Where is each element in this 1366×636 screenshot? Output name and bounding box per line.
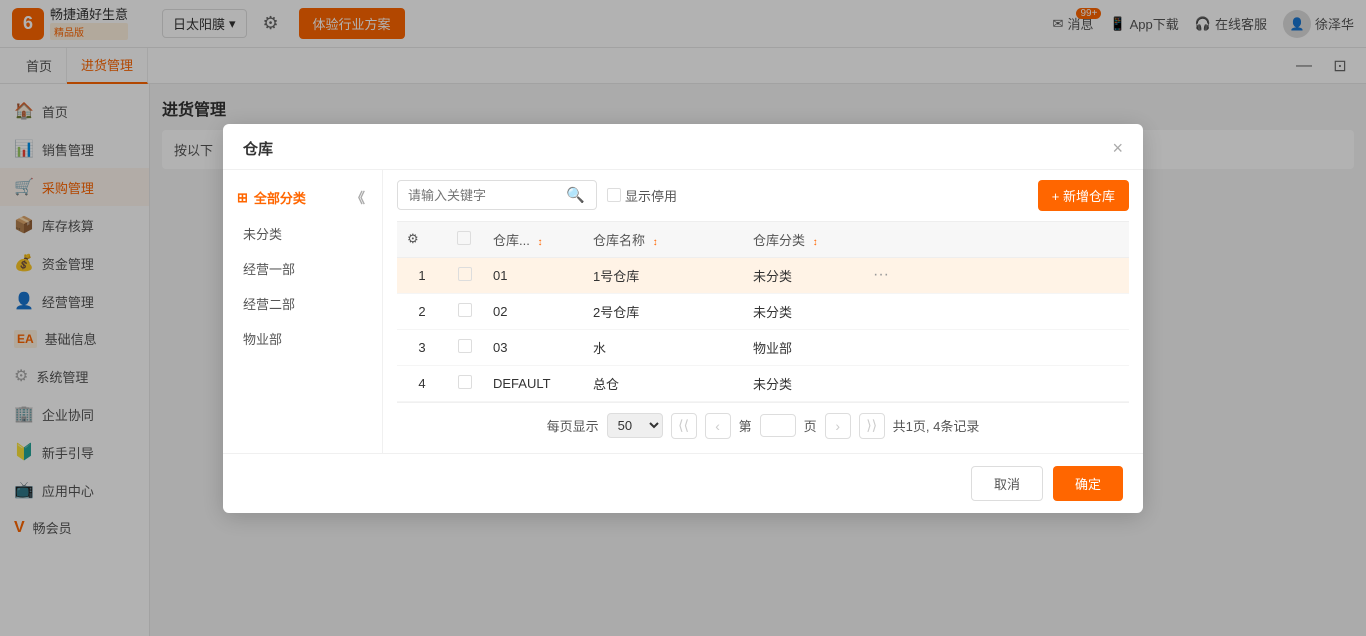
last-page-button[interactable]: ⟩⟩ [859, 413, 885, 439]
row-actions-2[interactable] [863, 293, 1129, 329]
table-toolbar: 🔍 显示停用 + 新增仓库 [397, 180, 1129, 211]
row-code-2: 02 [483, 293, 583, 329]
row-code-3: 03 [483, 329, 583, 365]
row-num: 1 [397, 257, 447, 293]
table-header: ⚙ 仓库... ↕ 仓库名称 [397, 221, 1129, 257]
row-name-3: 水 [583, 329, 743, 365]
row-checkbox-1[interactable] [447, 257, 483, 293]
row-num: 2 [397, 293, 447, 329]
row-checkbox-4[interactable] [447, 365, 483, 401]
sort-cat-icon: ↕ [813, 237, 818, 248]
search-input[interactable] [398, 183, 558, 208]
add-warehouse-button[interactable]: + 新增仓库 [1038, 180, 1129, 211]
table-row[interactable]: 3 03 水 物业部 [397, 329, 1129, 365]
confirm-button[interactable]: 确定 [1053, 466, 1123, 501]
th-actions [863, 221, 1129, 257]
show-disabled-wrap: 显示停用 [607, 186, 677, 205]
row-num: 4 [397, 365, 447, 401]
warehouse-table: ⚙ 仓库... ↕ 仓库名称 [397, 221, 1129, 402]
search-icon[interactable]: 🔍 [558, 181, 593, 209]
pagination-bar: 每页显示 50 100 200 ⟨⟨ ‹ 第 1 页 › ⟩⟩ 共1页, 4条记… [397, 402, 1129, 443]
modal-body: ⊞ 全部分类 《 未分类 经营一部 经营二部 物业部 🔍 [223, 170, 1143, 453]
row-code-4: DEFAULT [483, 365, 583, 401]
modal-title: 仓库 [243, 138, 273, 159]
page-size-select[interactable]: 50 100 200 [607, 413, 663, 438]
row-num: 3 [397, 329, 447, 365]
row-category-3: 物业部 [743, 329, 863, 365]
first-page-button[interactable]: ⟨⟨ [671, 413, 697, 439]
table-panel: 🔍 显示停用 + 新增仓库 ⚙ [383, 170, 1143, 453]
th-category[interactable]: 仓库分类 ↕ [743, 221, 863, 257]
category-all[interactable]: ⊞ 全部分类 《 [223, 180, 382, 216]
row-actions-1[interactable]: ··· [863, 257, 1129, 293]
search-input-wrap: 🔍 [397, 180, 597, 210]
category-panel: ⊞ 全部分类 《 未分类 经营一部 经营二部 物业部 [223, 170, 383, 453]
row-code-1: 01 [483, 257, 583, 293]
table-container: ⚙ 仓库... ↕ 仓库名称 [397, 221, 1129, 402]
th-code[interactable]: 仓库... ↕ [483, 221, 583, 257]
total-info: 共1页, 4条记录 [893, 416, 980, 435]
sort-name-icon: ↕ [653, 237, 658, 248]
table-row[interactable]: 4 DEFAULT 总仓 未分类 [397, 365, 1129, 401]
th-check [447, 221, 483, 257]
th-num: ⚙ [397, 221, 447, 257]
row-actions-4[interactable] [863, 365, 1129, 401]
row-category-4: 未分类 [743, 365, 863, 401]
select-all-checkbox[interactable] [457, 231, 471, 245]
table-row[interactable]: 2 02 2号仓库 未分类 [397, 293, 1129, 329]
category-item-property[interactable]: 物业部 [223, 321, 382, 356]
row-name-2: 2号仓库 [583, 293, 743, 329]
category-item-operations2[interactable]: 经营二部 [223, 286, 382, 321]
cancel-button[interactable]: 取消 [971, 466, 1043, 501]
collapse-button[interactable]: 《 [348, 188, 368, 208]
row-checkbox-2[interactable] [447, 293, 483, 329]
row-checkbox-3[interactable] [447, 329, 483, 365]
page-number-input[interactable]: 1 [760, 414, 796, 437]
sort-code-icon: ↕ [537, 237, 542, 248]
show-disabled-checkbox[interactable] [607, 188, 621, 202]
table-row[interactable]: 1 01 1号仓库 未分类 ··· [397, 257, 1129, 293]
category-item-unclassified[interactable]: 未分类 [223, 216, 382, 251]
category-item-operations1[interactable]: 经营一部 [223, 251, 382, 286]
row-actions-3[interactable] [863, 329, 1129, 365]
modal-footer: 取消 确定 [223, 453, 1143, 513]
modal-close-button[interactable]: × [1112, 138, 1123, 159]
row-name-4: 总仓 [583, 365, 743, 401]
th-name[interactable]: 仓库名称 ↕ [583, 221, 743, 257]
row-name-1: 1号仓库 [583, 257, 743, 293]
modal-header: 仓库 × [223, 124, 1143, 170]
prev-page-button[interactable]: ‹ [705, 413, 731, 439]
next-page-button[interactable]: › [825, 413, 851, 439]
warehouse-modal: 仓库 × ⊞ 全部分类 《 未分类 经营一部 经营二部 物业部 [223, 124, 1143, 513]
modal-overlay: 仓库 × ⊞ 全部分类 《 未分类 经营一部 经营二部 物业部 [0, 0, 1366, 636]
row-category-2: 未分类 [743, 293, 863, 329]
row-category-1: 未分类 [743, 257, 863, 293]
table-body: 1 01 1号仓库 未分类 ··· 2 02 2 [397, 257, 1129, 401]
